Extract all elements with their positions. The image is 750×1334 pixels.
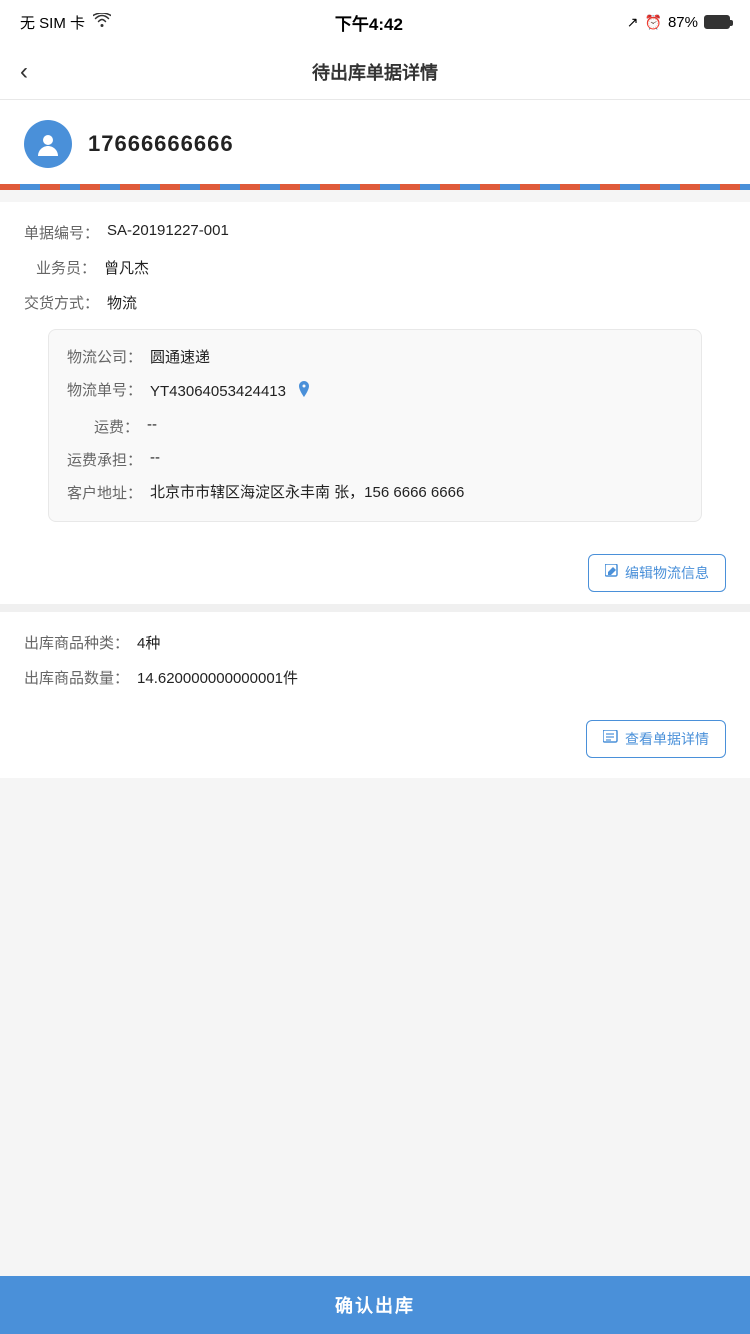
view-detail-icon <box>603 730 619 747</box>
salesman-row: 业务员： 曾凡杰 <box>24 257 726 278</box>
edit-btn-row: 编辑物流信息 <box>0 542 750 604</box>
confirm-bottom-bar[interactable]: 确认出库 <box>0 1276 750 1334</box>
document-info-section: 单据编号： SA-20191227-001 业务员： 曾凡杰 交货方式： 物流 … <box>0 202 750 542</box>
view-detail-label: 查看单据详情 <box>625 729 709 749</box>
tracking-no-value: YT43064053424413 <box>150 379 683 404</box>
status-time: 下午4:42 <box>335 10 403 35</box>
doc-no-label: 单据编号： <box>24 222 107 243</box>
doc-no-value: SA-20191227-001 <box>107 222 726 239</box>
goods-quantity-label: 出库商品数量： <box>24 667 137 688</box>
confirm-btn-text: 确认出库 <box>335 1296 415 1316</box>
logistics-card: 物流公司： 圆通速递 物流单号： YT43064053424413 运费： -- <box>48 329 702 522</box>
back-button[interactable]: ‹ <box>20 60 28 84</box>
address-row: 客户地址： 北京市市辖区海淀区永丰南 张，156 6666 6666 <box>67 482 683 505</box>
logistics-company-row: 物流公司： 圆通速递 <box>67 346 683 367</box>
view-detail-button[interactable]: 查看单据详情 <box>586 720 726 758</box>
avatar <box>24 120 72 168</box>
status-left: 无 SIM 卡 <box>20 12 111 33</box>
delivery-row: 交货方式： 物流 <box>24 292 726 313</box>
goods-section: 出库商品种类： 4种 出库商品数量： 14.620000000000001件 <box>0 612 750 708</box>
freight-label: 运费： <box>67 416 147 437</box>
freight-bearer-row: 运费承担： -- <box>67 449 683 470</box>
alarm-icon: ⏰ <box>645 14 662 31</box>
freight-row: 运费： -- <box>67 416 683 437</box>
battery-icon <box>704 15 730 29</box>
doc-no-row: 单据编号： SA-20191227-001 <box>24 222 726 243</box>
logistics-company-value: 圆通速递 <box>150 346 683 367</box>
edit-icon <box>605 564 619 581</box>
goods-types-row: 出库商品种类： 4种 <box>24 632 726 653</box>
spacer-area <box>0 778 750 978</box>
dashed-divider <box>0 184 750 190</box>
salesman-value: 曾凡杰 <box>104 257 726 278</box>
goods-quantity-row: 出库商品数量： 14.620000000000001件 <box>24 667 726 688</box>
freight-value: -- <box>147 416 683 433</box>
page-title: 待出库单据详情 <box>312 59 438 85</box>
delivery-value: 物流 <box>107 292 726 313</box>
tracking-no-row: 物流单号： YT43064053424413 <box>67 379 683 404</box>
freight-bearer-value: -- <box>150 449 683 466</box>
edit-logistics-button[interactable]: 编辑物流信息 <box>588 554 726 592</box>
address-label: 客户地址： <box>67 482 150 503</box>
wifi-icon <box>93 13 111 31</box>
user-phone: 17666666666 <box>88 131 234 157</box>
goods-types-value: 4种 <box>137 632 726 653</box>
freight-bearer-label: 运费承担： <box>67 449 150 470</box>
goods-quantity-value: 14.620000000000001件 <box>137 667 726 688</box>
status-right: ↗ ⏰ 87% <box>627 14 730 31</box>
nav-bar: ‹ 待出库单据详情 <box>0 44 750 100</box>
carrier-label: 无 SIM 卡 <box>20 12 85 33</box>
battery-label: 87% <box>668 14 698 31</box>
logistics-company-label: 物流公司： <box>67 346 150 367</box>
section-divider <box>0 604 750 612</box>
view-detail-row: 查看单据详情 <box>0 708 750 778</box>
user-header: 17666666666 <box>0 100 750 184</box>
edit-logistics-label: 编辑物流信息 <box>625 563 709 583</box>
tracking-location-icon[interactable] <box>294 379 314 404</box>
delivery-label: 交货方式： <box>24 292 107 313</box>
location-status-icon: ↗ <box>627 14 639 31</box>
goods-types-label: 出库商品种类： <box>24 632 137 653</box>
status-bar: 无 SIM 卡 下午4:42 ↗ ⏰ 87% <box>0 0 750 44</box>
tracking-no-label: 物流单号： <box>67 379 150 400</box>
address-value: 北京市市辖区海淀区永丰南 张，156 6666 6666 <box>150 482 683 505</box>
salesman-label: 业务员： <box>24 257 104 278</box>
